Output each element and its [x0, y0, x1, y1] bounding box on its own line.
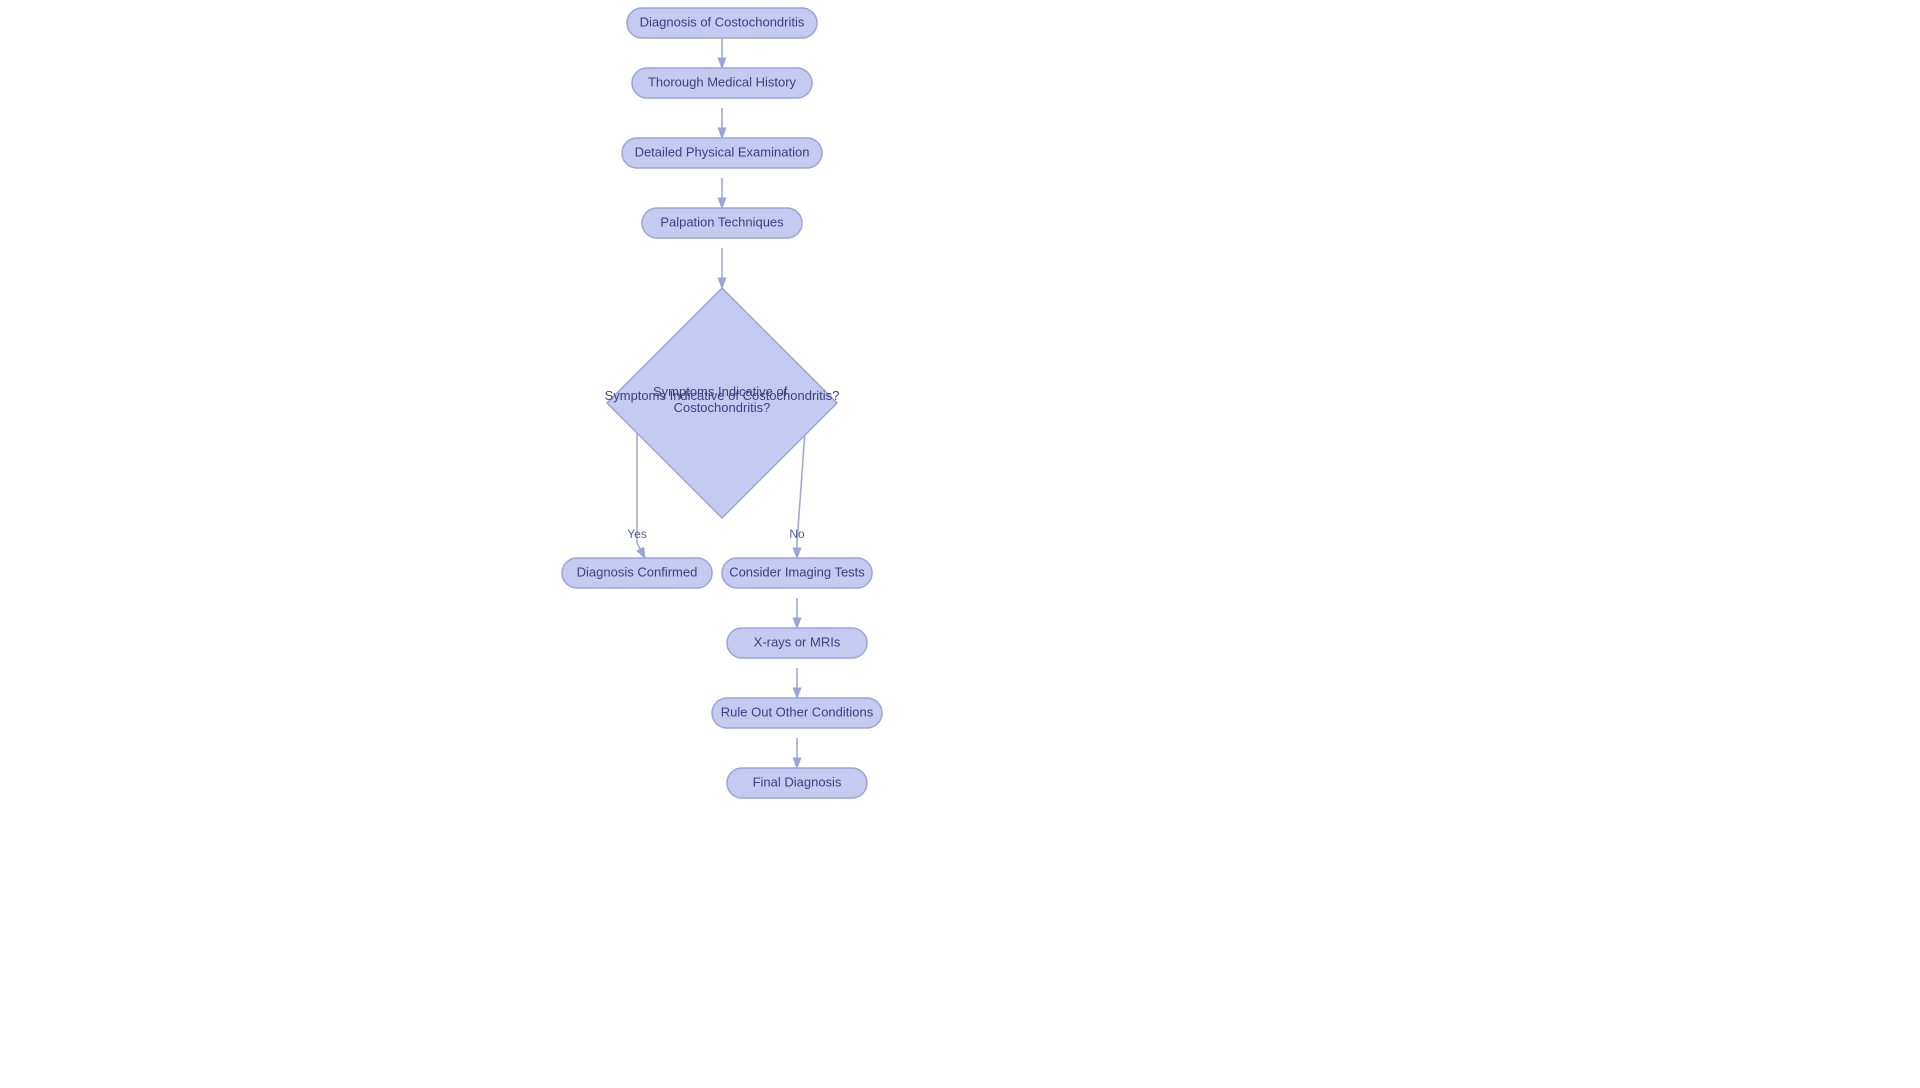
no-label: No	[789, 527, 805, 541]
node-diagnosis-of-costochondritis-label: Diagnosis of Costochondritis	[640, 14, 805, 29]
node-detailed-physical-examination-label: Detailed Physical Examination	[635, 144, 810, 159]
node-final-diagnosis-label: Final Diagnosis	[753, 774, 842, 789]
node-consider-imaging-tests-label: Consider Imaging Tests	[729, 564, 865, 579]
yes-label: Yes	[627, 527, 647, 541]
flowchart-container: Diagnosis of Costochondritis Thorough Me…	[0, 0, 1920, 1083]
node-rule-out-other-conditions-label: Rule Out Other Conditions	[721, 704, 874, 719]
node-decision-text: Symptoms Indicative of Costochondritis?	[653, 384, 791, 415]
node-thorough-medical-history-label: Thorough Medical History	[648, 74, 797, 89]
node-palpation-techniques-label: Palpation Techniques	[660, 214, 784, 229]
node-diagnosis-confirmed-label: Diagnosis Confirmed	[577, 564, 698, 579]
node-xrays-or-mris-label: X-rays or MRIs	[754, 634, 841, 649]
